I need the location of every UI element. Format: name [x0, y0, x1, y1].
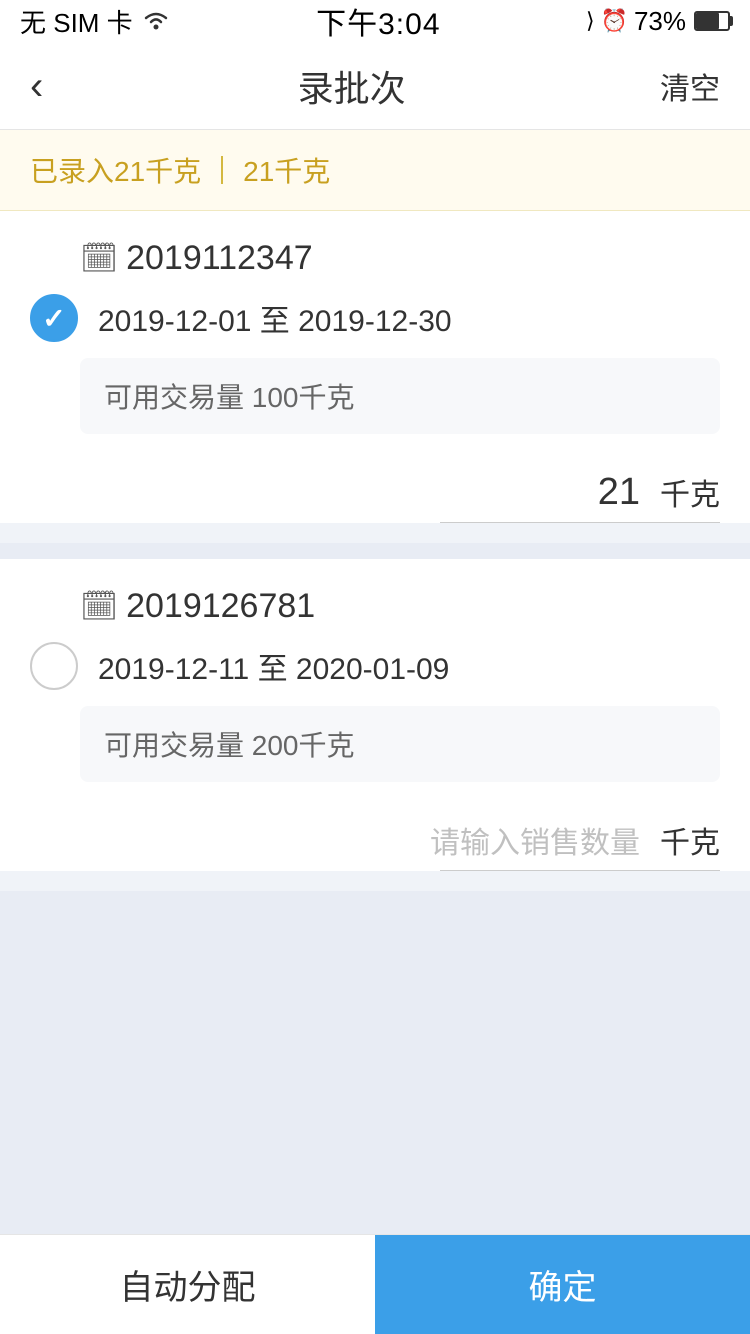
- carrier-text: 无 SIM 卡: [20, 3, 133, 40]
- battery-text: 73%: [634, 6, 686, 37]
- radio-button-2[interactable]: [30, 642, 78, 690]
- availability-1: 可用交易量 100千克: [80, 358, 720, 434]
- back-button[interactable]: ‹: [30, 66, 43, 106]
- nav-bar: ‹ 录批次 清空: [0, 42, 750, 130]
- batch-id-1: 2019112347: [126, 239, 313, 278]
- wifi-icon: [141, 6, 171, 37]
- amount-value-1: 21: [598, 471, 640, 514]
- date-range-2: 2019-12-11 至 2020-01-09: [98, 644, 449, 688]
- batch-row-2[interactable]: 2019-12-11 至 2020-01-09: [0, 626, 750, 706]
- info-banner: 已录入21千克 21千克: [0, 130, 750, 211]
- auto-distribute-button[interactable]: 自动分配: [0, 1235, 375, 1334]
- amount-underline-2: [440, 870, 720, 871]
- amount-underline-1: [440, 522, 720, 523]
- info-divider: [221, 156, 223, 184]
- input-placeholder-2: 请输入销售数量: [430, 818, 640, 862]
- radio-button-1[interactable]: [30, 294, 78, 342]
- location-icon: ⟩: [586, 8, 595, 34]
- batch-id-2: 2019126781: [126, 587, 315, 626]
- batch-item-1: 🗓 2019112347 2019-12-01 至 2019-12-30 可用交…: [0, 211, 750, 523]
- availability-2: 可用交易量 200千克: [80, 706, 720, 782]
- battery-icon: [694, 11, 730, 31]
- page-title: 录批次: [298, 60, 406, 112]
- date-range-1: 2019-12-01 至 2019-12-30: [98, 296, 452, 340]
- alarm-icon: ⏰: [601, 8, 628, 34]
- recorded-amount: 21千克: [243, 150, 330, 190]
- section-divider: [0, 543, 750, 559]
- batch-row-1[interactable]: 2019-12-01 至 2019-12-30: [0, 278, 750, 358]
- amount-display-1: 21 千克: [0, 454, 750, 522]
- status-bar: 无 SIM 卡 下午3:04 ⟩ ⏰ 73%: [0, 0, 750, 42]
- status-left: 无 SIM 卡: [20, 3, 171, 40]
- amount-unit-1: 千克: [660, 470, 720, 514]
- clear-button[interactable]: 清空: [660, 64, 720, 108]
- bottom-bar: 自动分配 确定: [0, 1234, 750, 1334]
- amount-input-row-2[interactable]: 请输入销售数量 千克: [0, 802, 750, 870]
- input-unit-2: 千克: [660, 818, 720, 862]
- batch-item-2: 🗓 2019126781 2019-12-11 至 2020-01-09 可用交…: [0, 559, 750, 871]
- status-time: 下午3:04: [316, 0, 440, 43]
- batch-header-1: 🗓 2019112347: [0, 211, 750, 278]
- batch-header-2: 🗓 2019126781: [0, 559, 750, 626]
- recorded-label: 已录入21千克: [30, 150, 201, 190]
- batch-id-icon-2: 🗓: [80, 589, 118, 624]
- batch-id-icon-1: 🗓: [80, 241, 118, 276]
- status-right: ⟩ ⏰ 73%: [586, 6, 730, 37]
- confirm-button[interactable]: 确定: [375, 1235, 750, 1334]
